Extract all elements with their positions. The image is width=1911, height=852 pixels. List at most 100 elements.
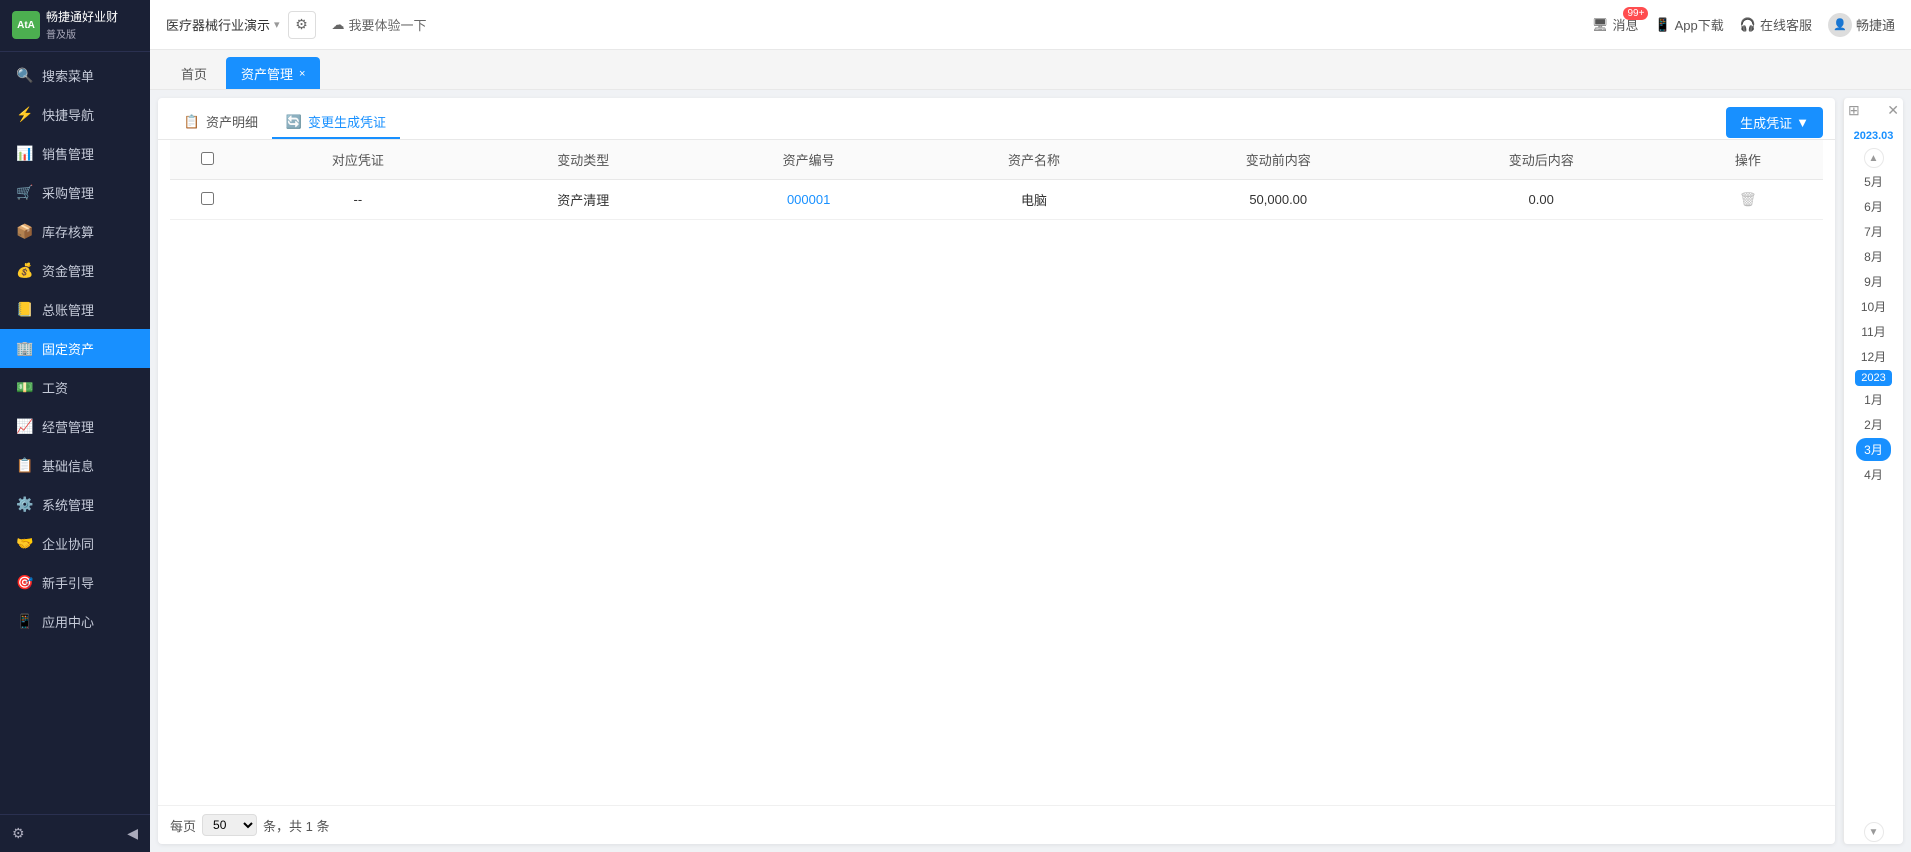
inventory-icon: 📦 bbox=[16, 222, 34, 240]
sidebar-item-purchase[interactable]: 🛒 采购管理 bbox=[0, 173, 150, 212]
per-page-select[interactable]: 50 10 20 100 bbox=[202, 814, 257, 836]
sidebar-item-guide[interactable]: 🎯 新手引导 bbox=[0, 563, 150, 602]
page-content: 📋 资产明细 🔄 变更生成凭证 生成凭证 ▼ bbox=[158, 98, 1835, 844]
purchase-icon: 🛒 bbox=[16, 183, 34, 201]
td-code-0: 000001 bbox=[696, 180, 921, 220]
cloud-icon: ☁ bbox=[332, 17, 345, 33]
table-container: 对应凭证 变动类型 资产编号 资产名称 变动前内容 变动后内容 操作 -- bbox=[158, 140, 1835, 805]
app-download-btn[interactable]: 📱 App下载 bbox=[1654, 15, 1723, 34]
sidebar-item-base[interactable]: 📋 基础信息 bbox=[0, 446, 150, 485]
month-item-pre-5[interactable]: 5月 bbox=[1856, 170, 1891, 193]
sidebar-label-salary: 工资 bbox=[42, 378, 68, 397]
th-checkbox bbox=[170, 140, 245, 180]
avatar-icon: 👤 bbox=[1833, 18, 1847, 31]
th-name: 资产名称 bbox=[921, 140, 1146, 180]
voucher-table: 对应凭证 变动类型 资产编号 资产名称 变动前内容 变动后内容 操作 -- bbox=[170, 140, 1823, 220]
sidebar-item-ledger[interactable]: 📒 总账管理 bbox=[0, 290, 150, 329]
generate-voucher-btn[interactable]: 生成凭证 ▼ bbox=[1726, 107, 1823, 138]
fixed-icon: 🏢 bbox=[16, 339, 34, 357]
th-type: 变动类型 bbox=[471, 140, 696, 180]
sidebar-item-coop[interactable]: 🤝 企业协同 bbox=[0, 524, 150, 563]
month-item-4[interactable]: 4月 bbox=[1856, 463, 1891, 486]
sidebar-header: AtA 畅捷通好业财 普及版 bbox=[0, 0, 150, 52]
pagination: 每页 50 10 20 100 条，共 1 条 bbox=[158, 805, 1835, 844]
panel-scroll-down-btn[interactable]: ▼ bbox=[1864, 822, 1884, 842]
per-page-label: 每页 bbox=[170, 816, 196, 835]
sub-tab-voucher[interactable]: 🔄 变更生成凭证 bbox=[272, 106, 400, 139]
tab-close-icon[interactable]: × bbox=[299, 68, 305, 80]
user-name: 畅捷通 bbox=[1856, 15, 1895, 34]
operations-icon: 📈 bbox=[16, 417, 34, 435]
logo-text-ata: AtA bbox=[17, 20, 35, 31]
table-row: -- 资产清理 000001 电脑 50,000.00 0.00 🗑 bbox=[170, 180, 1823, 220]
collapse-sidebar-icon[interactable]: ◀ bbox=[127, 825, 138, 842]
search-icon: 🔍 bbox=[16, 66, 34, 84]
select-all-checkbox[interactable] bbox=[201, 152, 214, 165]
apps-icon: 📱 bbox=[16, 612, 34, 630]
month-item-pre-11[interactable]: 11月 bbox=[1853, 320, 1893, 343]
sidebar-item-salary[interactable]: 💵 工资 bbox=[0, 368, 150, 407]
th-before: 变动前内容 bbox=[1147, 140, 1410, 180]
panel-expand-btn[interactable]: ⊞ bbox=[1848, 102, 1860, 119]
sidebar-label-coop: 企业协同 bbox=[42, 534, 94, 553]
service-btn[interactable]: 🎧 在线客服 bbox=[1740, 15, 1812, 34]
sidebar-item-fixed[interactable]: 🏢 固定资产 bbox=[0, 329, 150, 368]
service-icon: 🎧 bbox=[1740, 17, 1756, 33]
sidebar-item-system[interactable]: ⚙️ 系统管理 bbox=[0, 485, 150, 524]
tab-assets[interactable]: 资产管理 × bbox=[226, 57, 320, 89]
month-item-pre-7[interactable]: 7月 bbox=[1856, 220, 1891, 243]
sidebar-item-sales[interactable]: 📊 销售管理 bbox=[0, 134, 150, 173]
sidebar-label-inventory: 库存核算 bbox=[42, 222, 94, 241]
sidebar-label-quick: 快捷导航 bbox=[42, 105, 94, 124]
topbar-settings-btn[interactable]: ⚙ bbox=[288, 11, 316, 39]
sidebar-item-search[interactable]: 🔍 搜索菜单 bbox=[0, 56, 150, 95]
company-name: 医疗器械行业演示 bbox=[166, 15, 270, 34]
sidebar-item-operations[interactable]: 📈 经营管理 bbox=[0, 407, 150, 446]
table-body: -- 资产清理 000001 电脑 50,000.00 0.00 🗑 bbox=[170, 180, 1823, 220]
sidebar: AtA 畅捷通好业财 普及版 🔍 搜索菜单 ⚡ 快捷导航 📊 销售管理 🛒 采购… bbox=[0, 0, 150, 852]
month-item-pre-9[interactable]: 9月 bbox=[1856, 270, 1891, 293]
sidebar-label-base: 基础信息 bbox=[42, 456, 94, 475]
sidebar-label-apps: 应用中心 bbox=[42, 612, 94, 631]
system-icon: ⚙️ bbox=[16, 495, 34, 513]
month-item-pre-6[interactable]: 6月 bbox=[1856, 195, 1891, 218]
month-item-pre-8[interactable]: 8月 bbox=[1856, 245, 1891, 268]
sidebar-label-operations: 经营管理 bbox=[42, 417, 94, 436]
th-action: 操作 bbox=[1673, 140, 1823, 180]
detail-tab-icon: 📋 bbox=[184, 114, 200, 130]
voucher-tab-icon: 🔄 bbox=[286, 114, 302, 130]
panel-close-btn[interactable]: ✕ bbox=[1887, 102, 1899, 119]
generate-voucher-label: 生成凭证 bbox=[1740, 113, 1792, 132]
topbar-actions: 🖥 消息 99+ 📱 App下载 🎧 在线客服 👤 畅捷通 bbox=[1592, 13, 1895, 37]
month-item-pre-12[interactable]: 12月 bbox=[1853, 345, 1894, 368]
company-selector[interactable]: 医疗器械行业演示 ▾ bbox=[166, 15, 280, 34]
sub-tab-detail[interactable]: 📋 资产明细 bbox=[170, 106, 272, 139]
guide-icon: 🎯 bbox=[16, 573, 34, 591]
sidebar-item-inventory[interactable]: 📦 库存核算 bbox=[0, 212, 150, 251]
delete-btn-0[interactable]: 🗑 bbox=[1739, 191, 1757, 207]
year-2023-badge[interactable]: 2023 bbox=[1855, 370, 1891, 386]
topbar: 医疗器械行业演示 ▾ ⚙ ☁ 我要体验一下 🖥 消息 99+ 📱 App下载 🎧… bbox=[150, 0, 1911, 50]
td-after-0: 0.00 bbox=[1410, 180, 1673, 220]
sidebar-item-funds[interactable]: 💰 资金管理 bbox=[0, 251, 150, 290]
table-header: 对应凭证 变动类型 资产编号 资产名称 变动前内容 变动后内容 操作 bbox=[170, 140, 1823, 180]
trial-btn[interactable]: ☁ 我要体验一下 bbox=[332, 15, 427, 34]
panel-scroll-up-btn[interactable]: ▲ bbox=[1864, 148, 1884, 168]
row-checkbox-0[interactable] bbox=[201, 192, 214, 205]
sidebar-app-name: 畅捷通好业财 bbox=[46, 10, 118, 26]
message-badge: 99+ bbox=[1623, 7, 1648, 20]
sidebar-label-funds: 资金管理 bbox=[42, 261, 94, 280]
panel-month-list: 5月6月7月8月9月10月11月12月 2023 1月2月3月4月 bbox=[1853, 170, 1894, 820]
sidebar-item-quick[interactable]: ⚡ 快捷导航 bbox=[0, 95, 150, 134]
tab-home[interactable]: 首页 bbox=[166, 57, 222, 89]
logo-icon: AtA bbox=[12, 11, 40, 39]
user-menu[interactable]: 👤 畅捷通 bbox=[1828, 13, 1895, 37]
sidebar-item-apps[interactable]: 📱 应用中心 bbox=[0, 602, 150, 641]
month-item-3[interactable]: 3月 bbox=[1856, 438, 1891, 461]
trial-label: 我要体验一下 bbox=[349, 15, 427, 34]
message-btn[interactable]: 🖥 消息 99+ bbox=[1592, 15, 1639, 34]
month-item-pre-10[interactable]: 10月 bbox=[1853, 295, 1894, 318]
settings-footer-icon[interactable]: ⚙ bbox=[12, 825, 25, 842]
month-item-1[interactable]: 1月 bbox=[1856, 388, 1891, 411]
month-item-2[interactable]: 2月 bbox=[1856, 413, 1891, 436]
